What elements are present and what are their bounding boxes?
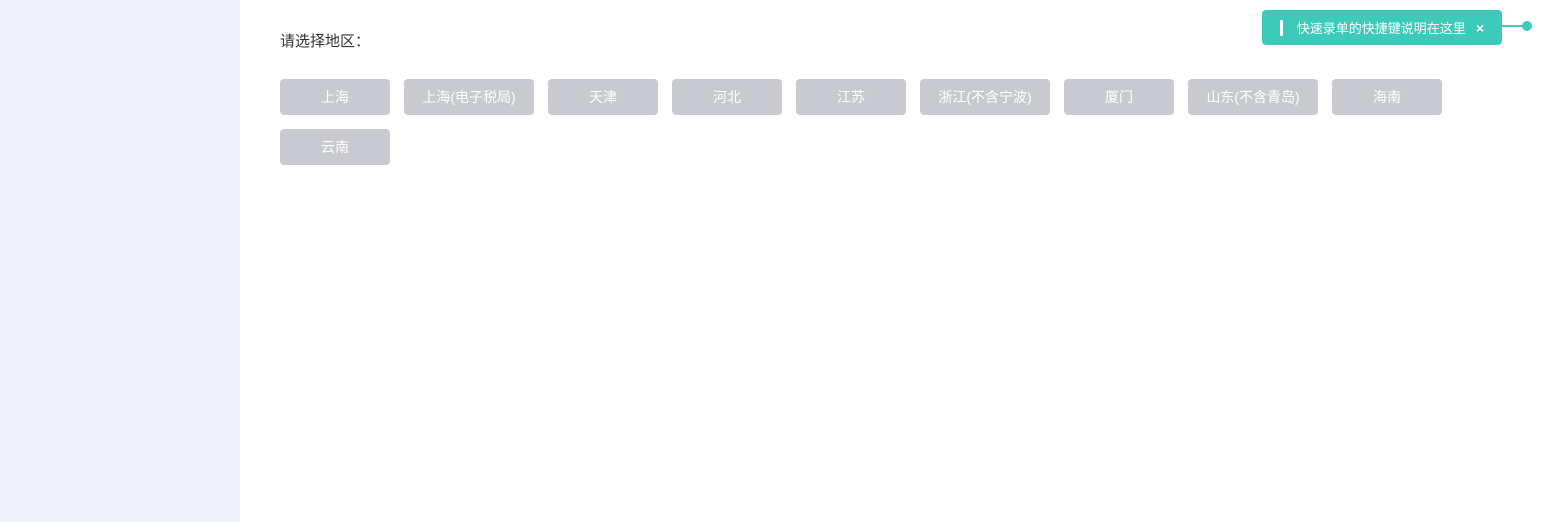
- region-button[interactable]: 云南: [280, 129, 390, 165]
- tooltip-text: 快速录单的快捷键说明在这里: [1297, 18, 1466, 37]
- region-button[interactable]: 海南: [1332, 79, 1442, 115]
- tooltip-bar-icon: [1280, 20, 1283, 36]
- tooltip-close-button[interactable]: ×: [1476, 21, 1484, 35]
- region-button[interactable]: 浙江(不含宁波): [920, 79, 1050, 115]
- connector-dot: [1522, 21, 1532, 31]
- region-button[interactable]: 天津: [548, 79, 658, 115]
- region-buttons-container: 上海上海(电子税局) 天津河北江苏浙江(不含宁波) 厦门山东(不含青岛) 海南云南: [280, 79, 1522, 165]
- region-button[interactable]: 江苏: [796, 79, 906, 115]
- region-button[interactable]: 河北: [672, 79, 782, 115]
- region-button[interactable]: 山东(不含青岛): [1188, 79, 1318, 115]
- region-button[interactable]: 厦门: [1064, 79, 1174, 115]
- region-button[interactable]: 上海(电子税局): [404, 79, 534, 115]
- tooltip-banner: 快速录单的快捷键说明在这里 ×: [1262, 10, 1502, 45]
- sidebar: [0, 0, 240, 522]
- main-content: 请选择地区： 上海上海(电子税局)天津河北江苏浙江(不含宁波)厦门山东(不含青岛…: [240, 0, 1562, 522]
- region-button[interactable]: 上海: [280, 79, 390, 115]
